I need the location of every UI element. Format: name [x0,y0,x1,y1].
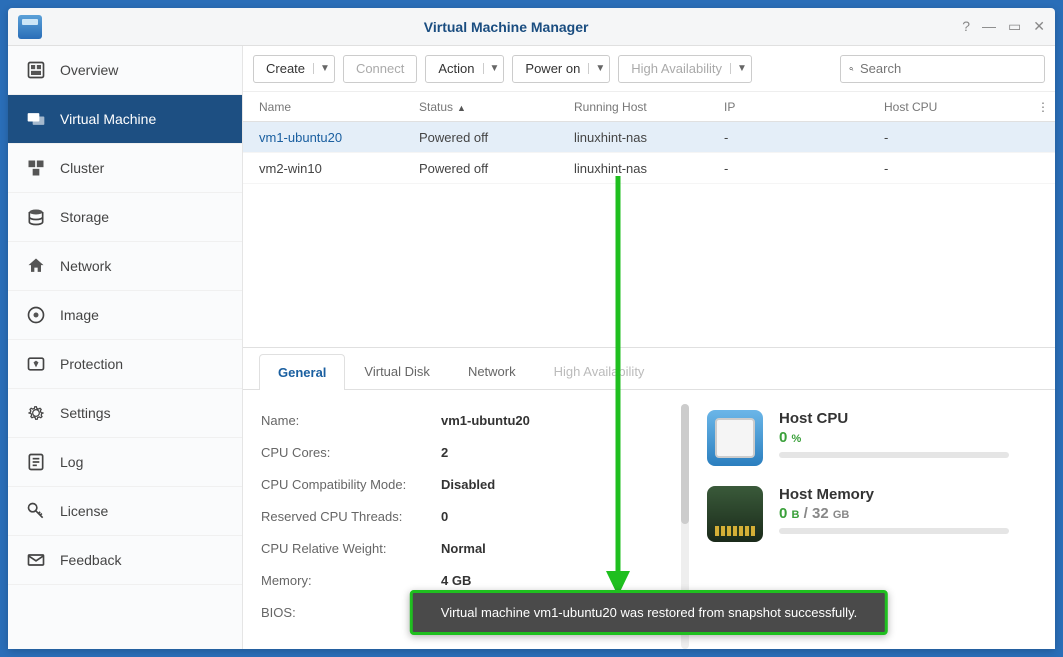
sidebar-item-label: Feedback [60,552,121,568]
col-name[interactable]: Name [253,100,413,114]
main: Create▼ Connect Action▼ Power on▼ High A… [243,46,1055,649]
sidebar-item-feedback[interactable]: Feedback [8,536,242,585]
sidebar-item-storage[interactable]: Storage [8,193,242,242]
search-box[interactable] [840,55,1045,83]
sidebar-item-label: Network [60,258,111,274]
window-title: Virtual Machine Manager [50,19,962,35]
metric-memory: Host Memory 0 B / 32 GB [707,486,1037,542]
cluster-icon [26,158,46,178]
sidebar-item-label: License [60,503,108,519]
maximize-icon[interactable]: ▭ [1008,18,1021,35]
col-host[interactable]: Running Host [568,100,718,114]
log-icon [26,452,46,472]
help-icon[interactable]: ? [962,18,970,35]
minimize-icon[interactable]: — [982,18,996,35]
overview-icon [26,60,46,80]
col-ip[interactable]: IP [718,100,878,114]
col-status[interactable]: Status▲ [413,100,568,114]
cpu-bar [779,452,1009,458]
sidebar-item-network[interactable]: Network [8,242,242,291]
envelope-icon [26,550,46,570]
search-icon [849,62,854,76]
titlebar: Virtual Machine Manager ? — ▭ ✕ [8,8,1055,46]
sidebar-item-license[interactable]: License [8,487,242,536]
chevron-down-icon: ▼ [483,63,500,74]
connect-button[interactable]: Connect [343,55,417,83]
tab-virtual-disk[interactable]: Virtual Disk [345,353,449,389]
storage-icon [26,207,46,227]
sidebar-item-label: Cluster [60,160,104,176]
action-button[interactable]: Action▼ [425,55,504,83]
sort-asc-icon: ▲ [457,103,466,113]
sidebar-item-image[interactable]: Image [8,291,242,340]
chevron-down-icon: ▼ [730,63,747,74]
sidebar-item-label: Storage [60,209,109,225]
sidebar: Overview Virtual Machine Cluster Storage… [8,46,243,649]
col-cpu[interactable]: Host CPU [878,100,1031,114]
scrollbar-thumb[interactable] [681,404,689,524]
sidebar-item-protection[interactable]: Protection [8,340,242,389]
mem-bar [779,528,1009,534]
app-icon [18,15,42,39]
app-window: Virtual Machine Manager ? — ▭ ✕ Overview… [8,8,1055,649]
sidebar-item-settings[interactable]: Settings [8,389,242,438]
power-button[interactable]: Power on▼ [512,55,610,83]
body: Overview Virtual Machine Cluster Storage… [8,46,1055,649]
memory-icon [707,486,763,542]
metric-cpu: Host CPU 0 % [707,410,1037,466]
search-input[interactable] [860,61,1036,76]
table-header: Name Status▲ Running Host IP Host CPU ⋮ [243,92,1055,122]
sidebar-item-label: Protection [60,356,123,372]
sidebar-item-virtual-machine[interactable]: Virtual Machine [8,95,242,144]
sidebar-item-label: Virtual Machine [60,111,156,127]
col-more-icon[interactable]: ⋮ [1031,100,1045,114]
close-icon[interactable]: ✕ [1033,18,1045,35]
protection-icon [26,354,46,374]
sidebar-item-label: Log [60,454,83,470]
toast-notification: Virtual machine vm1-ubuntu20 was restore… [410,590,888,635]
tabs: General Virtual Disk Network High Availa… [243,348,1055,390]
window-controls: ? — ▭ ✕ [962,18,1045,35]
network-icon [26,256,46,276]
sidebar-item-cluster[interactable]: Cluster [8,144,242,193]
ha-button[interactable]: High Availability▼ [618,55,752,83]
sidebar-item-label: Image [60,307,99,323]
chevron-down-icon[interactable]: ▼ [313,63,330,74]
tab-network[interactable]: Network [449,353,535,389]
table-row[interactable]: vm2-win10 Powered off linuxhint-nas - - [243,153,1055,184]
vm-icon [26,109,46,129]
gear-icon [26,403,46,423]
key-icon [26,501,46,521]
sidebar-item-label: Overview [60,62,118,78]
table-row[interactable]: vm1-ubuntu20 Powered off linuxhint-nas -… [243,122,1055,153]
chevron-down-icon[interactable]: ▼ [588,63,605,74]
sidebar-item-label: Settings [60,405,111,421]
cpu-icon [707,410,763,466]
create-button[interactable]: Create▼ [253,55,335,83]
tab-high-availability: High Availability [535,353,664,389]
toolbar: Create▼ Connect Action▼ Power on▼ High A… [243,46,1055,92]
table-body: vm1-ubuntu20 Powered off linuxhint-nas -… [243,122,1055,347]
image-icon [26,305,46,325]
tab-general[interactable]: General [259,354,345,390]
sidebar-item-overview[interactable]: Overview [8,46,242,95]
sidebar-item-log[interactable]: Log [8,438,242,487]
